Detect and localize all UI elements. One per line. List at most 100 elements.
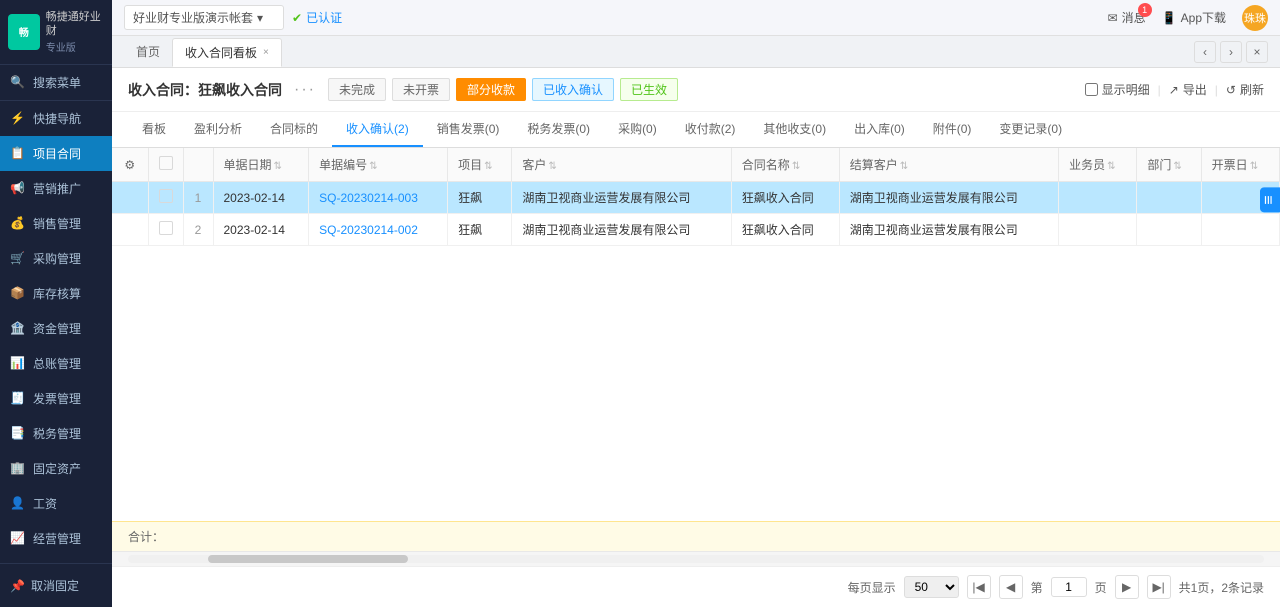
sidebar-item-capital[interactable]: 🏦 资金管理 xyxy=(0,311,112,346)
th-open-date[interactable]: 开票日⇅ xyxy=(1201,148,1279,182)
tab-tax-invoice[interactable]: 税务发票(0) xyxy=(513,112,604,147)
status-income-confirmed[interactable]: 已收入确认 xyxy=(532,78,614,101)
td-open-date-2 xyxy=(1201,214,1279,246)
pagination: 每页显示 50100200 |◀ ◀ 第 页 ▶ ▶| 共1页，2条记录 xyxy=(112,566,1280,607)
td-check-1[interactable] xyxy=(148,182,183,214)
th-bill-no[interactable]: 单据编号⇅ xyxy=(309,148,448,182)
quick-nav-icon: ⚡ xyxy=(10,111,25,125)
th-salesperson[interactable]: 业务员⇅ xyxy=(1059,148,1137,182)
per-page-select[interactable]: 50100200 xyxy=(904,576,959,598)
detail-checkbox-input[interactable] xyxy=(1085,83,1098,96)
content-header: 收入合同：狂飙收入合同 ··· 未完成 未开票 部分收款 已收入确认 已生效 显… xyxy=(112,68,1280,112)
table-row[interactable]: 2 2023-02-14 SQ-20230214-002 狂飙 湖南卫视商业运营… xyxy=(112,214,1280,246)
bill-no-link-1[interactable]: SQ-20230214-003 xyxy=(319,191,418,205)
user-profile[interactable]: 珠珠 xyxy=(1242,5,1268,31)
tab-income-confirm[interactable]: 收入确认(2) xyxy=(332,112,423,147)
first-page-button[interactable]: |◀ xyxy=(967,575,991,599)
title-prefix: 收入合同： xyxy=(128,82,198,98)
sales-icon: 💰 xyxy=(10,216,25,230)
tab-payment[interactable]: 收付款(2) xyxy=(671,112,750,147)
th-settle-customer[interactable]: 结算客户⇅ xyxy=(839,148,1058,182)
pin-button[interactable]: 📌 取消固定 xyxy=(0,570,112,601)
sidebar-item-label: 销售管理 xyxy=(33,215,81,232)
tab-kanban[interactable]: 看板 xyxy=(128,112,180,147)
per-page-label: 每页显示 xyxy=(848,579,896,596)
prev-page-button[interactable]: ◀ xyxy=(999,575,1023,599)
td-date-1: 2023-02-14 xyxy=(213,182,309,214)
th-date[interactable]: 单据日期⇅ xyxy=(213,148,309,182)
app-download-action[interactable]: 📱 App下载 xyxy=(1162,9,1226,26)
search-menu[interactable]: 🔍 搜索菜单 xyxy=(0,65,112,101)
sidebar-item-hr[interactable]: 👤 工资 xyxy=(0,486,112,521)
tab-change-log[interactable]: 变更记录(0) xyxy=(985,112,1076,147)
sidebar-item-sales[interactable]: 💰 销售管理 xyxy=(0,206,112,241)
sidebar-item-label: 采购管理 xyxy=(33,250,81,267)
header-checkbox[interactable] xyxy=(159,156,173,170)
tab-warehouse[interactable]: 出入库(0) xyxy=(840,112,919,147)
tab-attachment[interactable]: 附件(0) xyxy=(919,112,986,147)
ops-icon: 📈 xyxy=(10,531,25,545)
tab-close-button[interactable]: × xyxy=(263,47,269,58)
td-contract-name-1: 狂飙收入合同 xyxy=(731,182,839,214)
show-detail-checkbox[interactable]: 显示明细 xyxy=(1085,81,1150,98)
sidebar-item-assets[interactable]: 🏢 固定资产 xyxy=(0,451,112,486)
status-uninvoiced[interactable]: 未开票 xyxy=(392,78,450,101)
tab-purchase[interactable]: 采购(0) xyxy=(604,112,671,147)
sidebar-item-project[interactable]: 📋 项目合同 xyxy=(0,136,112,171)
th-department[interactable]: 部门⇅ xyxy=(1137,148,1201,182)
td-check-2[interactable] xyxy=(148,214,183,246)
sidebar-item-general[interactable]: 📊 总账管理 xyxy=(0,346,112,381)
sidebar-item-invoice[interactable]: 🧾 发票管理 xyxy=(0,381,112,416)
td-bill-no-1[interactable]: SQ-20230214-003 xyxy=(309,182,448,214)
project-icon: 📋 xyxy=(10,146,25,160)
th-project[interactable]: 项目⇅ xyxy=(448,148,512,182)
certified-badge: ✔ 已认证 xyxy=(292,9,342,26)
horizontal-scrollbar[interactable] xyxy=(112,551,1280,566)
bill-no-link-2[interactable]: SQ-20230214-002 xyxy=(319,223,418,237)
tab-profit[interactable]: 盈利分析 xyxy=(180,112,256,147)
td-bill-no-2[interactable]: SQ-20230214-002 xyxy=(309,214,448,246)
tab-sales-invoice[interactable]: 销售发票(0) xyxy=(423,112,514,147)
sidebar-item-ops[interactable]: 📈 经营管理 xyxy=(0,521,112,556)
status-uncomplete[interactable]: 未完成 xyxy=(328,78,386,101)
quick-nav[interactable]: ⚡ 快捷导航 xyxy=(0,101,112,136)
right-edge-panel[interactable]: ≡ xyxy=(1260,187,1280,212)
sidebar-item-report[interactable]: 📉 小畅报告 xyxy=(0,556,112,563)
th-customer[interactable]: 客户⇅ xyxy=(512,148,731,182)
status-partial-payment[interactable]: 部分收款 xyxy=(456,78,526,101)
tab-next-button[interactable]: › xyxy=(1220,41,1242,63)
td-contract-name-2: 狂飙收入合同 xyxy=(731,214,839,246)
app-download-label: App下载 xyxy=(1181,9,1226,26)
tab-income-kanban[interactable]: 收入合同看板 × xyxy=(172,38,282,67)
next-page-button[interactable]: ▶ xyxy=(1115,575,1139,599)
tab-contract-standard[interactable]: 合同标的 xyxy=(256,112,332,147)
tab-close-all-button[interactable]: × xyxy=(1246,41,1268,63)
table-row[interactable]: 1 2023-02-14 SQ-20230214-003 狂飙 湖南卫视商业运营… xyxy=(112,182,1280,214)
td-date-2: 2023-02-14 xyxy=(213,214,309,246)
refresh-button[interactable]: ↺ 刷新 xyxy=(1226,81,1264,98)
td-settle-customer-2: 湖南卫视商业运营发展有限公司 xyxy=(839,214,1058,246)
td-salesperson-1 xyxy=(1059,182,1137,214)
tab-label: 收入合同看板 xyxy=(185,44,257,61)
th-contract-name[interactable]: 合同名称⇅ xyxy=(731,148,839,182)
sidebar: 畅 畅捷通好业财 专业版 🔍 搜索菜单 ⚡ 快捷导航 📋 项目合同 📢 营销推广… xyxy=(0,0,112,607)
th-settings[interactable]: ⚙ xyxy=(112,148,148,182)
sidebar-item-marketing[interactable]: 📢 营销推广 xyxy=(0,171,112,206)
status-effective[interactable]: 已生效 xyxy=(620,78,678,101)
th-check[interactable] xyxy=(148,148,183,182)
sidebar-item-inventory[interactable]: 📦 库存核算 xyxy=(0,276,112,311)
scrollbar-thumb[interactable] xyxy=(208,555,408,563)
search-icon: 🔍 xyxy=(10,75,25,89)
more-actions-button[interactable]: ··· xyxy=(294,81,316,99)
page-input[interactable] xyxy=(1051,577,1087,597)
last-page-button[interactable]: ▶| xyxy=(1147,575,1171,599)
tab-home[interactable]: 首页 xyxy=(124,37,172,66)
sidebar-item-purchase[interactable]: 🛒 采购管理 xyxy=(0,241,112,276)
message-action[interactable]: ✉ 消息 1 xyxy=(1108,9,1146,26)
tab-prev-button[interactable]: ‹ xyxy=(1194,41,1216,63)
sidebar-item-tax[interactable]: 📑 税务管理 xyxy=(0,416,112,451)
export-button[interactable]: ↗ 导出 xyxy=(1169,81,1207,98)
tab-other-income[interactable]: 其他收支(0) xyxy=(749,112,840,147)
company-select[interactable]: 好业财专业版演示帐套 ▾ xyxy=(124,5,284,30)
scrollbar-track[interactable] xyxy=(128,555,1264,563)
